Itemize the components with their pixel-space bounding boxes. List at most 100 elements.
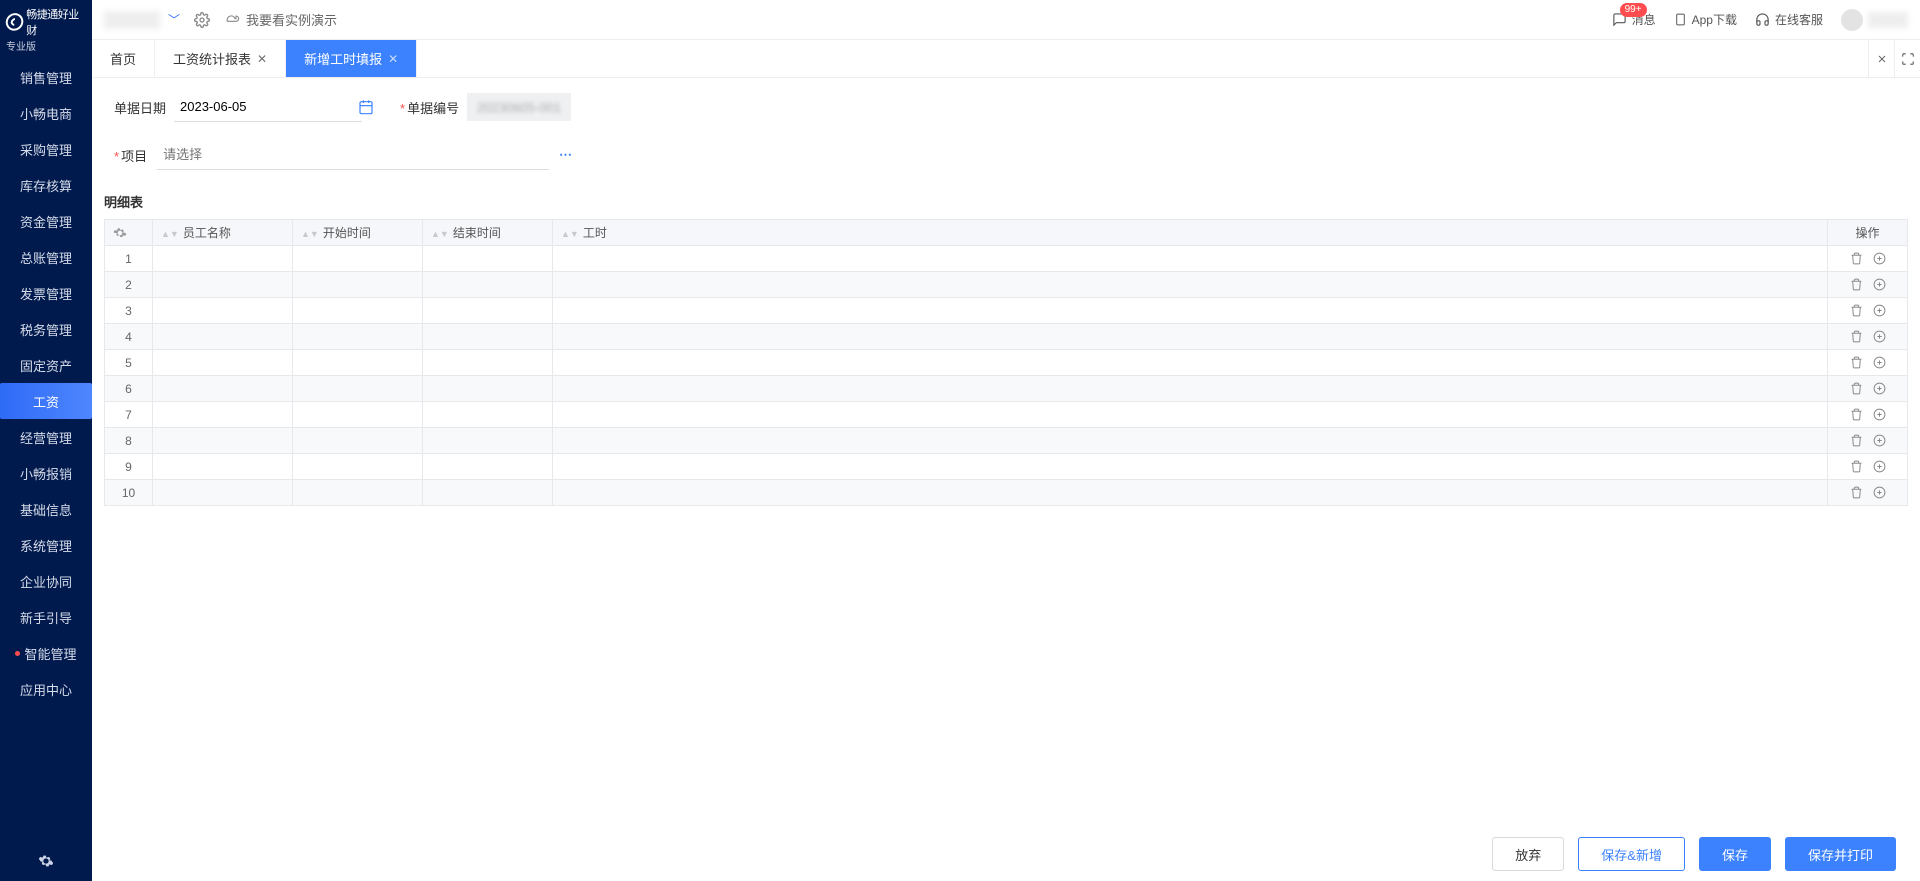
row-add-icon[interactable] xyxy=(1873,460,1886,473)
cell[interactable] xyxy=(423,454,553,480)
row-add-icon[interactable] xyxy=(1873,486,1886,499)
sidebar-item-17[interactable]: 应用中心 xyxy=(0,671,92,707)
cell[interactable] xyxy=(553,428,1828,454)
sidebar-item-3[interactable]: 库存核算 xyxy=(0,167,92,203)
tab-2[interactable]: 新增工时填报✕ xyxy=(286,40,417,77)
cell[interactable] xyxy=(153,324,293,350)
calendar-icon[interactable] xyxy=(358,99,374,115)
th-settings[interactable] xyxy=(105,220,153,246)
cell[interactable] xyxy=(423,402,553,428)
cell[interactable] xyxy=(293,298,423,324)
cell[interactable] xyxy=(553,454,1828,480)
tabs-fullscreen[interactable] xyxy=(1894,40,1920,78)
cell[interactable] xyxy=(293,350,423,376)
tabs-close-all[interactable] xyxy=(1868,40,1894,78)
row-delete-icon[interactable] xyxy=(1850,252,1863,265)
cell[interactable] xyxy=(153,428,293,454)
settings-icon[interactable] xyxy=(194,12,210,28)
cell[interactable] xyxy=(423,376,553,402)
doc-date-input[interactable] xyxy=(174,92,362,122)
org-selector[interactable]: ﹀ xyxy=(104,11,180,29)
cell[interactable] xyxy=(153,298,293,324)
sidebar-item-12[interactable]: 基础信息 xyxy=(0,491,92,527)
sidebar-item-1[interactable]: 小畅电商 xyxy=(0,95,92,131)
cell[interactable] xyxy=(293,480,423,506)
sidebar-item-10[interactable]: 经营管理 xyxy=(0,419,92,455)
row-delete-icon[interactable] xyxy=(1850,382,1863,395)
cell[interactable] xyxy=(553,324,1828,350)
sidebar-item-9[interactable]: 工资 xyxy=(0,383,92,419)
cell[interactable] xyxy=(293,428,423,454)
cell[interactable] xyxy=(423,272,553,298)
cell[interactable] xyxy=(553,350,1828,376)
tab-close-icon[interactable]: ✕ xyxy=(257,52,267,66)
cell[interactable] xyxy=(293,246,423,272)
sidebar-item-13[interactable]: 系统管理 xyxy=(0,527,92,563)
tab-close-icon[interactable]: ✕ xyxy=(388,52,398,66)
cell[interactable] xyxy=(553,298,1828,324)
cell[interactable] xyxy=(293,324,423,350)
row-delete-icon[interactable] xyxy=(1850,486,1863,499)
sidebar-item-16[interactable]: 智能管理 xyxy=(0,635,92,671)
cell[interactable] xyxy=(153,246,293,272)
tab-1[interactable]: 工资统计报表✕ xyxy=(155,40,286,77)
project-more-icon[interactable]: ⋯ xyxy=(559,147,574,163)
th-hours[interactable]: ▲▼工时 xyxy=(553,220,1828,246)
sidebar-item-7[interactable]: 税务管理 xyxy=(0,311,92,347)
row-delete-icon[interactable] xyxy=(1850,304,1863,317)
sidebar-settings[interactable] xyxy=(0,841,92,881)
cell[interactable] xyxy=(153,272,293,298)
messages-button[interactable]: 99+ 消息 xyxy=(1612,11,1656,28)
cell[interactable] xyxy=(423,298,553,324)
cell[interactable] xyxy=(423,324,553,350)
cell[interactable] xyxy=(153,454,293,480)
discard-button[interactable]: 放弃 xyxy=(1492,837,1564,871)
cell[interactable] xyxy=(293,272,423,298)
cell[interactable] xyxy=(293,376,423,402)
cell[interactable] xyxy=(153,480,293,506)
online-service-button[interactable]: 在线客服 xyxy=(1755,11,1823,28)
save-and-print-button[interactable]: 保存并打印 xyxy=(1785,837,1896,871)
cell[interactable] xyxy=(293,402,423,428)
row-add-icon[interactable] xyxy=(1873,330,1886,343)
cell[interactable] xyxy=(423,350,553,376)
cell[interactable] xyxy=(153,376,293,402)
sidebar-item-14[interactable]: 企业协同 xyxy=(0,563,92,599)
cell[interactable] xyxy=(553,480,1828,506)
cell[interactable] xyxy=(553,376,1828,402)
cell[interactable] xyxy=(553,402,1828,428)
row-add-icon[interactable] xyxy=(1873,252,1886,265)
row-add-icon[interactable] xyxy=(1873,434,1886,447)
row-delete-icon[interactable] xyxy=(1850,460,1863,473)
sidebar-item-11[interactable]: 小畅报销 xyxy=(0,455,92,491)
cell[interactable] xyxy=(553,246,1828,272)
sidebar-item-2[interactable]: 采购管理 xyxy=(0,131,92,167)
save-and-new-button[interactable]: 保存&新增 xyxy=(1578,837,1685,871)
th-employee[interactable]: ▲▼员工名称 xyxy=(153,220,293,246)
user-area[interactable] xyxy=(1841,9,1908,31)
project-input[interactable] xyxy=(157,140,549,170)
cell[interactable] xyxy=(153,350,293,376)
save-button[interactable]: 保存 xyxy=(1699,837,1771,871)
row-add-icon[interactable] xyxy=(1873,408,1886,421)
row-add-icon[interactable] xyxy=(1873,356,1886,369)
demo-link[interactable]: 我要看实例演示 xyxy=(224,10,337,29)
row-delete-icon[interactable] xyxy=(1850,408,1863,421)
th-start[interactable]: ▲▼开始时间 xyxy=(293,220,423,246)
row-delete-icon[interactable] xyxy=(1850,330,1863,343)
sidebar-item-5[interactable]: 总账管理 xyxy=(0,239,92,275)
row-delete-icon[interactable] xyxy=(1850,278,1863,291)
cell[interactable] xyxy=(293,454,423,480)
row-add-icon[interactable] xyxy=(1873,382,1886,395)
cell[interactable] xyxy=(553,272,1828,298)
row-add-icon[interactable] xyxy=(1873,278,1886,291)
sidebar-item-0[interactable]: 销售管理 xyxy=(0,59,92,95)
tab-0[interactable]: 首页 xyxy=(92,40,155,77)
cell[interactable] xyxy=(423,246,553,272)
cell[interactable] xyxy=(423,428,553,454)
sidebar-item-6[interactable]: 发票管理 xyxy=(0,275,92,311)
sidebar-item-15[interactable]: 新手引导 xyxy=(0,599,92,635)
th-end[interactable]: ▲▼结束时间 xyxy=(423,220,553,246)
cell[interactable] xyxy=(423,480,553,506)
row-delete-icon[interactable] xyxy=(1850,356,1863,369)
